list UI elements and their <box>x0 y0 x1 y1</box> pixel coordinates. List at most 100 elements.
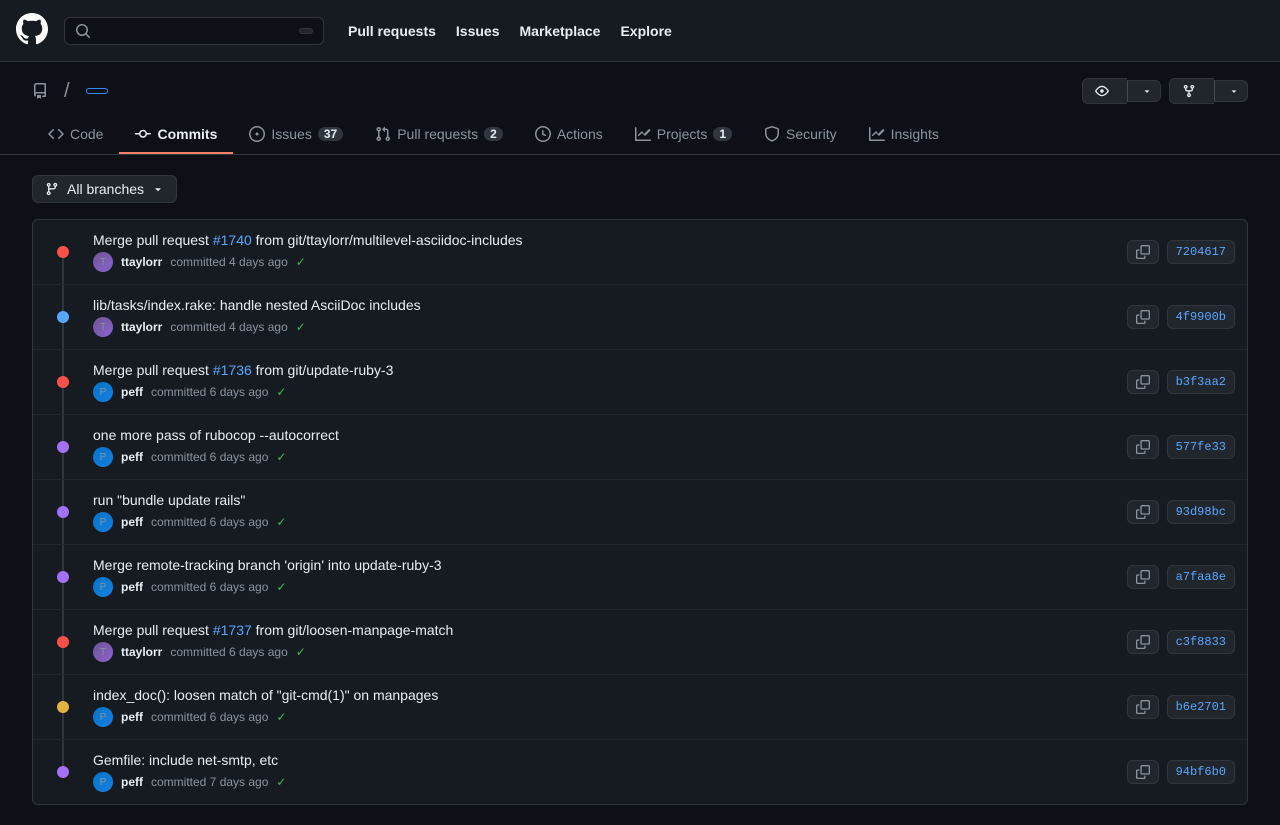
copy-hash-button[interactable] <box>1127 760 1159 784</box>
tab-security[interactable]: Security <box>748 116 853 154</box>
copy-hash-button[interactable] <box>1127 240 1159 264</box>
commit-message: Merge pull request #1740 from git/ttaylo… <box>93 232 1103 248</box>
commit-hash-link[interactable]: 577fe33 <box>1167 435 1235 459</box>
nav-marketplace[interactable]: Marketplace <box>520 23 601 39</box>
copy-hash-button[interactable] <box>1127 500 1159 524</box>
commit-body: Merge remote-tracking branch 'origin' in… <box>93 545 1115 609</box>
commit-author: peff <box>121 450 143 464</box>
commit-message: one more pass of rubocop --autocorrect <box>93 427 1103 443</box>
commit-row: index_doc(): loosen match of "git-cmd(1)… <box>33 675 1247 740</box>
nav-pull-requests[interactable]: Pull requests <box>348 23 436 39</box>
commit-body: lib/tasks/index.rake: handle nested Asci… <box>93 285 1115 349</box>
fork-button[interactable] <box>1169 78 1214 104</box>
commit-author: peff <box>121 385 143 399</box>
commit-body: one more pass of rubocop --autocorrect P… <box>93 415 1115 479</box>
copy-hash-button[interactable] <box>1127 695 1159 719</box>
commit-hash-link[interactable]: b3f3aa2 <box>1167 370 1235 394</box>
commit-meta: P peff committed 7 days ago ✓ <box>93 772 1103 792</box>
commit-body: Merge pull request #1740 from git/ttaylo… <box>93 220 1115 284</box>
commit-timeline <box>33 220 93 284</box>
tab-commits[interactable]: Commits <box>119 116 233 154</box>
watch-count[interactable] <box>1127 80 1161 102</box>
commit-meta: P peff committed 6 days ago ✓ <box>93 707 1103 727</box>
commit-message: Merge pull request #1737 from git/loosen… <box>93 622 1103 638</box>
commit-author: ttaylorr <box>121 255 162 269</box>
verified-icon: ✓ <box>276 385 286 399</box>
github-logo[interactable] <box>16 13 48 48</box>
repo-actions <box>1082 78 1248 104</box>
commit-author: ttaylorr <box>121 320 162 334</box>
pr-link[interactable]: #1736 <box>213 362 252 378</box>
fork-count[interactable] <box>1214 80 1248 102</box>
commit-timeline <box>33 350 93 414</box>
search-bar[interactable] <box>64 17 324 45</box>
verified-icon: ✓ <box>296 645 306 659</box>
commit-meta: P peff committed 6 days ago ✓ <box>93 577 1103 597</box>
commit-hash-link[interactable]: 4f9900b <box>1167 305 1235 329</box>
copy-hash-button[interactable] <box>1127 435 1159 459</box>
nav-explore[interactable]: Explore <box>620 23 671 39</box>
pr-link[interactable]: #1737 <box>213 622 252 638</box>
copy-hash-button[interactable] <box>1127 565 1159 589</box>
verified-icon: ✓ <box>276 515 286 529</box>
tab-issues[interactable]: Issues 37 <box>233 116 359 154</box>
commit-meta: T ttaylorr committed 6 days ago ✓ <box>93 642 1103 662</box>
avatar: T <box>93 317 113 337</box>
pr-link[interactable]: #1740 <box>213 232 252 248</box>
commit-hash-link[interactable]: 93d98bc <box>1167 500 1235 524</box>
commit-actions: c3f8833 <box>1115 610 1247 674</box>
tab-insights[interactable]: Insights <box>853 116 955 154</box>
verified-icon: ✓ <box>276 580 286 594</box>
commit-time: committed 6 days ago <box>151 385 268 399</box>
commit-body: Merge pull request #1736 from git/update… <box>93 350 1115 414</box>
commit-hash-link[interactable]: 7204617 <box>1167 240 1235 264</box>
commit-time: committed 7 days ago <box>151 775 268 789</box>
avatar: P <box>93 772 113 792</box>
watch-button[interactable] <box>1082 78 1127 104</box>
avatar: P <box>93 512 113 532</box>
commit-text: lib/tasks/index.rake: handle nested Asci… <box>93 297 421 313</box>
commit-meta: T ttaylorr committed 4 days ago ✓ <box>93 317 1103 337</box>
tab-actions[interactable]: Actions <box>519 116 619 154</box>
commits-list: Merge pull request #1740 from git/ttaylo… <box>32 219 1248 805</box>
copy-hash-button[interactable] <box>1127 630 1159 654</box>
commit-actions: 4f9900b <box>1115 285 1247 349</box>
copy-hash-button[interactable] <box>1127 370 1159 394</box>
commit-actions: b3f3aa2 <box>1115 350 1247 414</box>
topnav: Pull requests Issues Marketplace Explore <box>0 0 1280 62</box>
commits-toolbar: All branches <box>32 175 1248 203</box>
topnav-links: Pull requests Issues Marketplace Explore <box>348 23 672 39</box>
commit-message: lib/tasks/index.rake: handle nested Asci… <box>93 297 1103 313</box>
branch-select[interactable]: All branches <box>32 175 177 203</box>
tab-pull-requests[interactable]: Pull requests 2 <box>359 116 519 154</box>
commit-row: Merge pull request #1737 from git/loosen… <box>33 610 1247 675</box>
commit-text: Merge remote-tracking branch 'origin' in… <box>93 557 442 573</box>
commit-time: committed 6 days ago <box>151 710 268 724</box>
avatar: P <box>93 447 113 467</box>
commit-row: Merge remote-tracking branch 'origin' in… <box>33 545 1247 610</box>
commit-row: one more pass of rubocop --autocorrect P… <box>33 415 1247 480</box>
repo-tabs: Code Commits Issues 37 Pull requests 2 A… <box>32 116 1248 154</box>
commit-message: run "bundle update rails" <box>93 492 1103 508</box>
tab-code[interactable]: Code <box>32 116 119 154</box>
commit-hash-link[interactable]: b6e2701 <box>1167 695 1235 719</box>
commit-hash-link[interactable]: c3f8833 <box>1167 630 1235 654</box>
copy-hash-button[interactable] <box>1127 305 1159 329</box>
commit-timeline <box>33 285 93 349</box>
commit-body: run "bundle update rails" P peff committ… <box>93 480 1115 544</box>
commit-meta: P peff committed 6 days ago ✓ <box>93 447 1103 467</box>
visibility-badge <box>86 88 108 94</box>
nav-issues[interactable]: Issues <box>456 23 500 39</box>
commit-timeline <box>33 480 93 544</box>
issues-badge: 37 <box>318 127 343 141</box>
commit-timeline <box>33 675 93 739</box>
commit-hash-link[interactable]: 94bf6b0 <box>1167 760 1235 784</box>
commit-time: committed 6 days ago <box>151 515 268 529</box>
commit-meta: T ttaylorr committed 4 days ago ✓ <box>93 252 1103 272</box>
commit-timeline <box>33 545 93 609</box>
page-content: All branches Merge pull request #1740 fr… <box>0 155 1280 825</box>
commit-time: committed 6 days ago <box>151 580 268 594</box>
tab-projects[interactable]: Projects 1 <box>619 116 748 154</box>
commit-time: committed 6 days ago <box>170 645 287 659</box>
commit-hash-link[interactable]: a7faa8e <box>1167 565 1235 589</box>
